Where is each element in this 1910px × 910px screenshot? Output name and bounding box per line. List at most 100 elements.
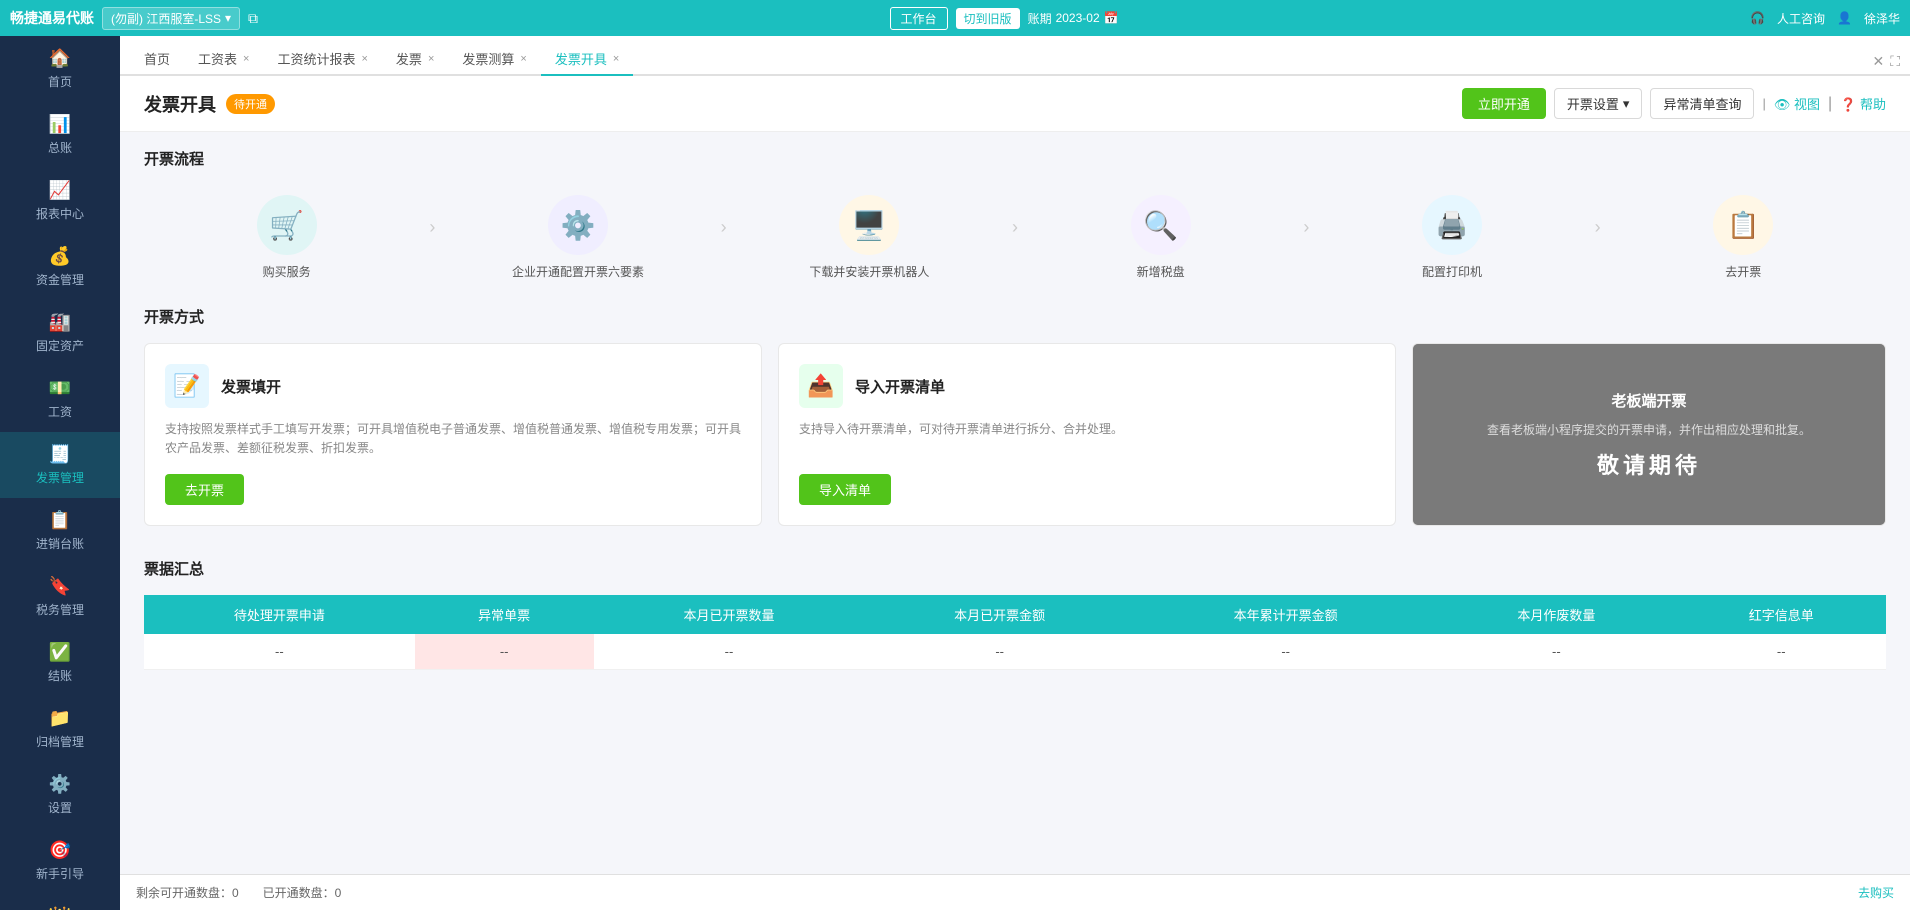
col-abnormal: 异常单票 (415, 595, 594, 634)
sidebar-item-funds[interactable]: 💰 资金管理 (0, 234, 120, 300)
import-list-button[interactable]: 导入清单 (799, 474, 891, 505)
salary-icon: 💵 (49, 378, 71, 399)
step-config-label: 企业开通配置开票六要素 (512, 263, 644, 280)
sidebar-item-ledger[interactable]: 📊 总账 (0, 102, 120, 168)
step-config-icon: ⚙️ (561, 209, 596, 242)
sidebar-item-label: 固定资产 (36, 337, 84, 354)
method-card-import: 📤 导入开票清单 支持导入待开票清单，可对待开票清单进行拆分、合并处理。 导入清… (778, 343, 1396, 526)
period-selector[interactable]: 账期 2023-02 📅 (1028, 10, 1119, 27)
assets-icon: 🏭 (49, 312, 71, 333)
divider: | (1762, 96, 1765, 111)
main-layout: 🏠 首页 📊 总账 📈 报表中心 💰 资金管理 🏭 固定资产 💵 工资 🧾 发票… (0, 36, 1910, 910)
tab-close-all-icon[interactable]: ✕ (1872, 53, 1884, 70)
user-name[interactable]: 徐泽华 (1864, 10, 1900, 27)
page-header: 发票开具 待开通 立即开通 开票设置 ▾ 异常清单查询 | 👁 视图 | (120, 76, 1910, 132)
sidebar-item-archive[interactable]: 📁 归档管理 (0, 696, 120, 762)
sidebar-item-home[interactable]: 🏠 首页 (0, 36, 120, 102)
tab-invoice-calc[interactable]: 发票测算 × (448, 43, 540, 76)
settings-dropdown-icon: ▾ (1623, 96, 1630, 112)
invoice-icon: 🧾 (49, 444, 71, 465)
help-button[interactable]: ❓ 帮助 (1840, 94, 1886, 113)
sidebar-item-tax[interactable]: 🔖 税务管理 (0, 564, 120, 630)
sidebar-item-label: 税务管理 (36, 601, 84, 618)
oldver-button[interactable]: 切到旧版 (956, 8, 1020, 29)
tab-salary-label: 工资表 (198, 49, 237, 68)
sidebar-item-assets[interactable]: 🏭 固定资产 (0, 300, 120, 366)
sidebar-item-label: 总账 (48, 139, 72, 156)
bottom-bar-left: 剩余可开通数盘：0 已开通数盘：0 (136, 884, 341, 901)
step-buy-label: 购买服务 (263, 263, 311, 280)
method-fill-desc: 支持按照发票样式手工填写开发票；可开具增值税电子普通发票、增值税普通发票、增值税… (165, 420, 741, 458)
tab-invoice-close[interactable]: × (428, 53, 434, 65)
process-title: 开票流程 (144, 148, 1886, 169)
process-steps: 🛒 购买服务 › ⚙️ 企业开通配置开票六要素 › (144, 185, 1886, 290)
company-selector[interactable]: (勿副) 江西服室-LSS ▾ (102, 7, 240, 30)
step-issue-icon-wrap: 📋 (1713, 195, 1773, 255)
tab-salary-report-close[interactable]: × (361, 53, 367, 65)
step-printer-icon-wrap: 🖨️ (1422, 195, 1482, 255)
workspace-button[interactable]: 工作台 (890, 7, 948, 30)
method-import-header: 📤 导入开票清单 (799, 364, 1375, 408)
step-taxdisk-icon: 🔍 (1143, 209, 1178, 242)
tab-salary-close[interactable]: × (243, 53, 249, 65)
sidebar-item-purchases[interactable]: 📋 进销台账 (0, 498, 120, 564)
copy-icon[interactable]: ⧉ (248, 10, 258, 27)
sidebar-item-settings[interactable]: ⚙️ 设置 (0, 762, 120, 828)
tab-maximize-icon[interactable]: ⛶ (1890, 53, 1900, 70)
views-label: 视图 (1794, 97, 1820, 112)
sidebar-item-salary[interactable]: 💵 工资 (0, 366, 120, 432)
settle-icon: ✅ (49, 642, 71, 663)
calendar-icon: 📅 (1104, 11, 1119, 25)
step-printer: 🖨️ 配置打印机 (1309, 195, 1594, 280)
step-download: 🖥️ 下载并安装开票机器人 (727, 195, 1012, 280)
boss-desc: 查看老板端小程序提交的开票申请，并作出相应处理和批复。 (1467, 421, 1831, 438)
sidebar-item-guide[interactable]: 🎯 新手引导 (0, 828, 120, 894)
tab-salary[interactable]: 工资表 × (184, 43, 263, 76)
step-taxdisk-label: 新增税盘 (1137, 263, 1185, 280)
service-label[interactable]: 人工咨询 (1777, 10, 1825, 27)
help-label: 帮助 (1860, 97, 1886, 112)
stats-table: 待处理开票申请 异常单票 本月已开票数量 本月已开票金额 本年累计开票金额 本月… (144, 595, 1886, 670)
method-fill-title: 发票填开 (221, 376, 281, 397)
tab-invoice-calc-close[interactable]: × (520, 53, 526, 65)
step-printer-label: 配置打印机 (1422, 263, 1482, 280)
page-title-area: 发票开具 待开通 (144, 91, 275, 117)
views-button[interactable]: 👁 视图 (1774, 94, 1820, 113)
step-config-icon-wrap: ⚙️ (548, 195, 608, 255)
period-label: 账期 (1028, 10, 1052, 27)
col-pending: 待处理开票申请 (144, 595, 415, 634)
goto-invoice-button[interactable]: 去开票 (165, 474, 244, 505)
sidebar-item-label: 报表中心 (36, 205, 84, 222)
step-buy-icon-wrap: 🛒 (257, 195, 317, 255)
tab-bar-right: ✕ ⛶ (1872, 53, 1900, 74)
abnormal-query-button[interactable]: 异常清单查询 (1650, 88, 1754, 119)
user-avatar: 👤 (1837, 11, 1852, 25)
tab-invoice[interactable]: 发票 × (382, 43, 448, 76)
buy-link[interactable]: 去购买 (1858, 886, 1894, 900)
fill-icon: 📝 (173, 373, 200, 399)
tab-home-label: 首页 (144, 49, 170, 68)
sidebar-item-member[interactable]: 👑 畅会员 (0, 894, 120, 910)
open-now-button[interactable]: 立即开通 (1462, 88, 1546, 119)
sidebar: 🏠 首页 📊 总账 📈 报表中心 💰 资金管理 🏭 固定资产 💵 工资 🧾 发票… (0, 36, 120, 910)
sidebar-item-reports[interactable]: 📈 报表中心 (0, 168, 120, 234)
open-settings-button[interactable]: 开票设置 ▾ (1554, 88, 1643, 119)
cell-void-count: -- (1436, 634, 1676, 670)
tab-home[interactable]: 首页 (130, 43, 184, 76)
step-download-icon-wrap: 🖥️ (839, 195, 899, 255)
guide-icon: 🎯 (49, 840, 71, 861)
ledger-icon: 📊 (49, 114, 71, 135)
sidebar-item-invoice[interactable]: 🧾 发票管理 (0, 432, 120, 498)
sidebar-item-settle[interactable]: ✅ 结账 (0, 630, 120, 696)
cell-red-info: -- (1676, 634, 1886, 670)
boss-title: 老板端开票 (1611, 390, 1686, 411)
step-buy: 🛒 购买服务 (144, 195, 429, 280)
tab-salary-report[interactable]: 工资统计报表 × (263, 43, 381, 76)
cell-month-count: -- (594, 634, 865, 670)
cell-abnormal: -- (415, 634, 594, 670)
tab-invoice-issue-close[interactable]: × (613, 53, 619, 65)
tab-invoice-issue[interactable]: 发票开具 × (541, 43, 633, 76)
top-bar-center: 工作台 切到旧版 账期 2023-02 📅 (890, 7, 1119, 30)
sidebar-item-label: 设置 (48, 799, 72, 816)
help-icon: ❓ (1840, 97, 1856, 112)
